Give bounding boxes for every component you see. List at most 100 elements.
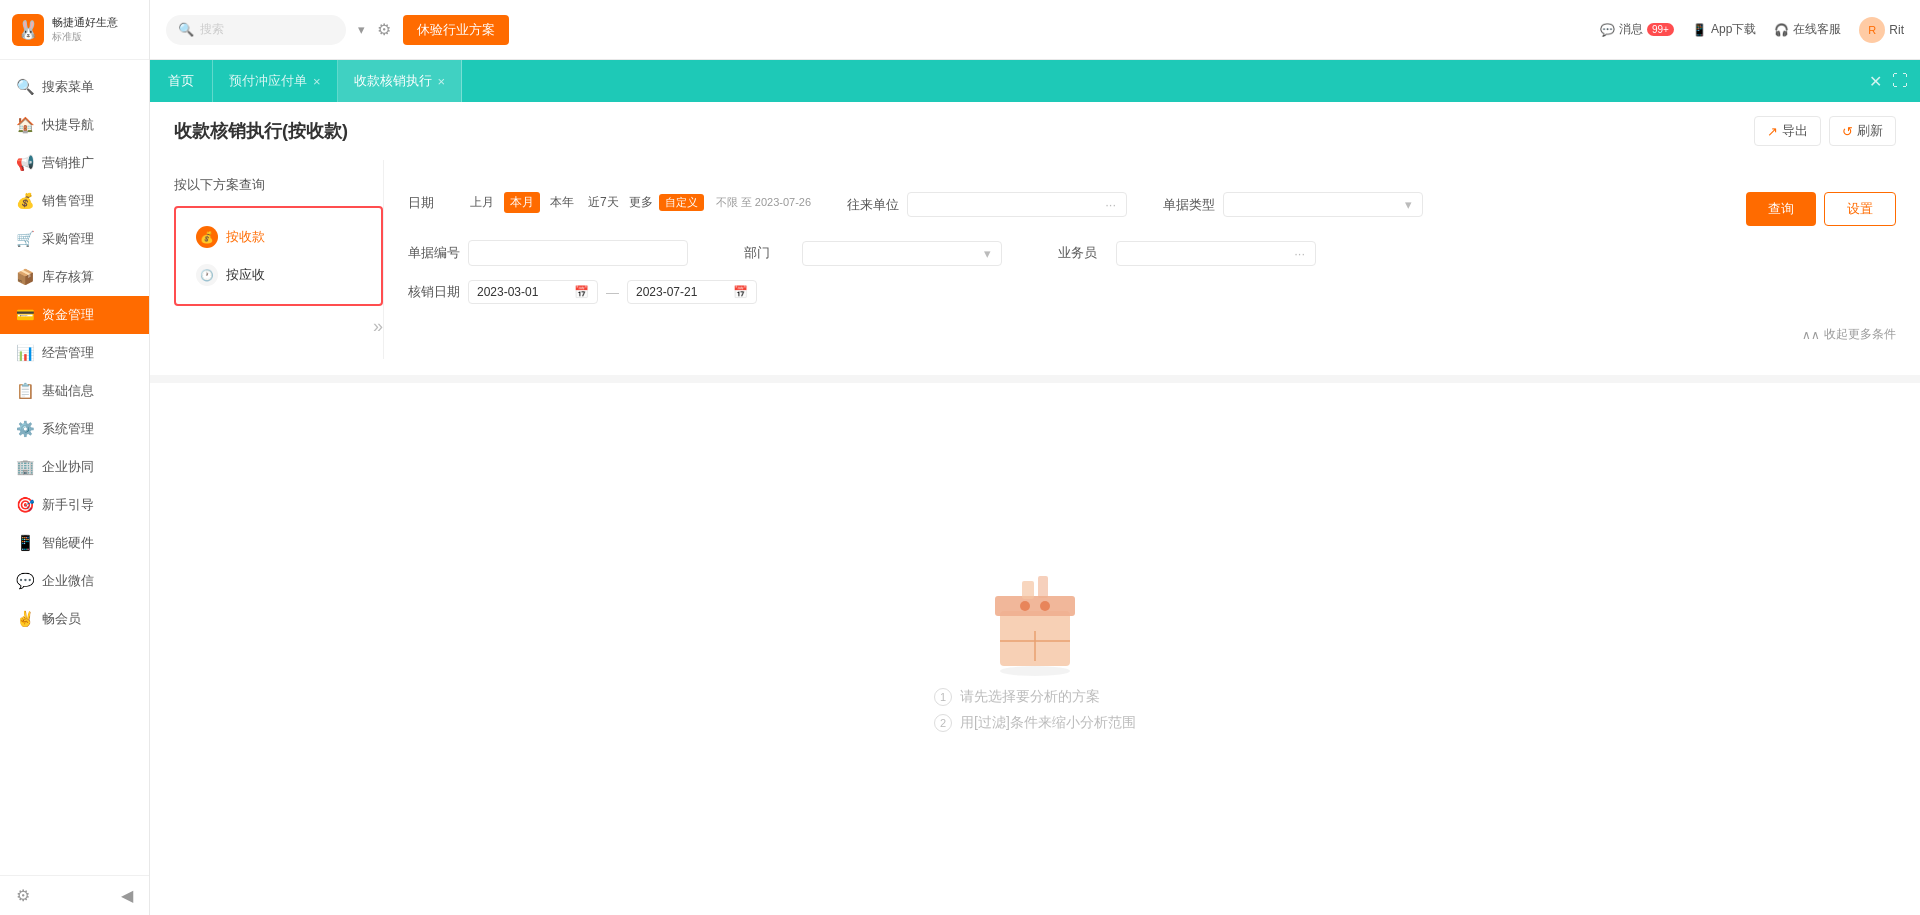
collapse-sidebar-icon[interactable]: ◀ xyxy=(121,886,133,905)
sidebar-item-marketing[interactable]: 📢 营销推广 xyxy=(0,144,149,182)
export-icon: ↗ xyxy=(1767,124,1778,139)
sidebar-item-inventory[interactable]: 📦 库存核算 xyxy=(0,258,149,296)
search-placeholder: 搜索 xyxy=(200,21,224,38)
sidebar-item-enterprise[interactable]: 🏢 企业协同 xyxy=(0,448,149,486)
online-service-button[interactable]: 🎧 在线客服 xyxy=(1774,21,1841,38)
main-area: 🔍 搜索 ▾ ⚙ 休验行业方案 💬 消息 99+ 📱 App下载 🎧 在线客服 … xyxy=(150,0,1920,915)
counterparty-select[interactable]: ··· xyxy=(907,192,1127,217)
dept-select[interactable]: ▾ xyxy=(802,241,1002,266)
sidebar-item-wechat[interactable]: 💬 企业微信 xyxy=(0,562,149,600)
tab-receipt[interactable]: 收款核销执行 × xyxy=(338,60,463,102)
query-button[interactable]: 查询 xyxy=(1746,192,1816,226)
service-icon: 🎧 xyxy=(1774,23,1789,37)
filter-option-receipt[interactable]: 💰 按收款 xyxy=(186,218,371,256)
logo-badge: 标准版 xyxy=(52,30,118,44)
tab-receipt-close[interactable]: × xyxy=(438,74,446,89)
app-label: App下载 xyxy=(1711,21,1756,38)
tab-home[interactable]: 首页 xyxy=(150,60,213,102)
sidebar-item-label: 系统管理 xyxy=(42,420,94,438)
date-this-year[interactable]: 本年 xyxy=(546,192,578,213)
sidebar-item-system[interactable]: ⚙️ 系统管理 xyxy=(0,410,149,448)
refresh-button[interactable]: ↺ 刷新 xyxy=(1829,116,1896,146)
date-7days[interactable]: 近7天 xyxy=(584,192,623,213)
settings-button[interactable]: 设置 xyxy=(1824,192,1896,226)
gear-icon[interactable]: ⚙ xyxy=(377,20,391,39)
empty-tip-1-text: 请先选择要分析的方案 xyxy=(960,688,1100,706)
user-menu[interactable]: R Rit xyxy=(1859,17,1904,43)
sidebar-item-label: 采购管理 xyxy=(42,230,94,248)
app-icon: 📱 xyxy=(1692,23,1707,37)
sidebar-menu: 🔍 搜索菜单 🏠 快捷导航 📢 营销推广 💰 销售管理 🛒 采购管理 📦 库存核… xyxy=(0,60,149,875)
tab-close-icon[interactable]: ✕ xyxy=(1869,72,1882,91)
calendar-end-icon: 📅 xyxy=(733,285,748,299)
doc-type-select[interactable]: ▾ xyxy=(1223,192,1423,217)
sidebar-item-finance[interactable]: 💳 资金管理 xyxy=(0,296,149,334)
collapse-more-button[interactable]: ∧∧ 收起更多条件 xyxy=(1802,326,1896,343)
doc-type-arrow: ▾ xyxy=(1405,197,1412,212)
date-this-month[interactable]: 本月 xyxy=(504,192,540,213)
verify-date-start[interactable]: 2023-03-01 📅 xyxy=(468,280,598,304)
date-custom-badge[interactable]: 自定义 xyxy=(659,194,704,211)
sidebar-item-member[interactable]: ✌️ 畅会员 xyxy=(0,600,149,638)
operations-icon: 📊 xyxy=(16,344,34,362)
page-header-actions: ↗ 导出 ↺ 刷新 xyxy=(1754,116,1896,160)
sidebar-item-label: 智能硬件 xyxy=(42,534,94,552)
tab-prepay-close[interactable]: × xyxy=(313,74,321,89)
dept-arrow: ▾ xyxy=(984,246,991,261)
dept-filter: 部门 ▾ xyxy=(744,241,1002,266)
app-download-button[interactable]: 📱 App下载 xyxy=(1692,21,1756,38)
service-label: 在线客服 xyxy=(1793,21,1841,38)
sales-icon: 💰 xyxy=(16,192,34,210)
empty-tip-2-text: 用[过滤]条件来缩小分析范围 xyxy=(960,714,1136,732)
solution-button[interactable]: 休验行业方案 xyxy=(403,15,509,45)
topbar-search-box[interactable]: 🔍 搜索 xyxy=(166,15,346,45)
svg-point-8 xyxy=(1000,666,1070,676)
sidebar-item-sales[interactable]: 💰 销售管理 xyxy=(0,182,149,220)
empty-illustration xyxy=(970,566,1100,676)
system-icon: ⚙️ xyxy=(16,420,34,438)
filter-title: 按以下方案查询 xyxy=(174,176,383,194)
filter-row-3: 核销日期 2023-03-01 📅 — 2023-07-21 📅 xyxy=(408,280,1896,304)
avatar: R xyxy=(1859,17,1885,43)
receivable-option-icon: 🕐 xyxy=(196,264,218,286)
date-more[interactable]: 更多 xyxy=(629,194,653,211)
svg-point-3 xyxy=(1040,601,1050,611)
collapse-icon[interactable]: » xyxy=(373,316,383,336)
salesperson-label: 业务员 xyxy=(1058,244,1108,262)
message-button[interactable]: 💬 消息 99+ xyxy=(1600,21,1674,38)
content-area: 收款核销执行(按收款) ↗ 导出 ↺ 刷新 按以下方案查询 💰 xyxy=(150,102,1920,915)
tab-expand-icon[interactable]: ⛶ xyxy=(1892,72,1908,90)
sidebar-item-quick-nav[interactable]: 🏠 快捷导航 xyxy=(0,106,149,144)
sidebar-item-search[interactable]: 🔍 搜索菜单 xyxy=(0,68,149,106)
empty-state: 1 请先选择要分析的方案 2 用[过滤]条件来缩小分析范围 xyxy=(150,383,1920,915)
tip-num-1: 1 xyxy=(934,688,952,706)
topbar-right: 💬 消息 99+ 📱 App下载 🎧 在线客服 R Rit xyxy=(1600,17,1904,43)
sidebar-item-label: 销售管理 xyxy=(42,192,94,210)
sidebar-item-purchase[interactable]: 🛒 采购管理 xyxy=(0,220,149,258)
date-last-month[interactable]: 上月 xyxy=(466,192,498,213)
tab-right-actions: ✕ ⛶ xyxy=(1857,60,1920,102)
filter-row-2: 单据编号 部门 ▾ 业务员 ··· xyxy=(408,240,1896,266)
verify-date-end[interactable]: 2023-07-21 📅 xyxy=(627,280,757,304)
sidebar-item-label: 经营管理 xyxy=(42,344,94,362)
sidebar-item-smart[interactable]: 📱 智能硬件 xyxy=(0,524,149,562)
sidebar-item-operations[interactable]: 📊 经营管理 xyxy=(0,334,149,372)
member-icon: ✌️ xyxy=(16,610,34,628)
verify-date-label: 核销日期 xyxy=(408,283,460,301)
verify-date-start-value: 2023-03-01 xyxy=(477,285,538,299)
chevron-down-icon[interactable]: ▾ xyxy=(358,22,365,37)
filter-option-receivable[interactable]: 🕐 按应收 xyxy=(186,256,371,294)
settings-icon[interactable]: ⚙ xyxy=(16,886,30,905)
tab-prepay[interactable]: 预付冲应付单 × xyxy=(213,60,338,102)
collapse-row: ∧∧ 收起更多条件 xyxy=(408,318,1896,343)
date-dash: — xyxy=(606,285,619,300)
receipt-option-icon: 💰 xyxy=(196,226,218,248)
export-button[interactable]: ↗ 导出 xyxy=(1754,116,1821,146)
svg-rect-7 xyxy=(1038,576,1048,598)
refresh-icon: ↺ xyxy=(1842,124,1853,139)
sidebar-item-guide[interactable]: 🎯 新手引导 xyxy=(0,486,149,524)
sidebar-item-basic[interactable]: 📋 基础信息 xyxy=(0,372,149,410)
salesperson-select[interactable]: ··· xyxy=(1116,241,1316,266)
doc-no-input[interactable] xyxy=(468,240,688,266)
tabbar: 首页 预付冲应付单 × 收款核销执行 × ✕ ⛶ xyxy=(150,60,1920,102)
